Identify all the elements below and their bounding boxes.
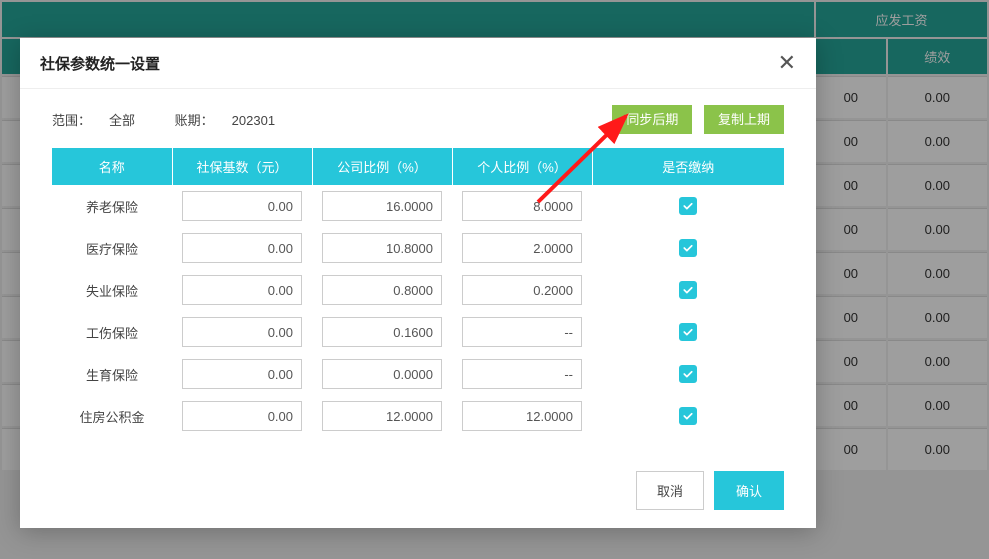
modal-title: 社保参数统一设置	[40, 53, 160, 74]
base-input[interactable]	[182, 359, 302, 389]
personal-rate-input[interactable]	[462, 317, 582, 347]
col-personal-rate: 个人比例（%）	[452, 148, 592, 185]
row-name: 工伤保险	[52, 311, 172, 353]
base-input[interactable]	[182, 191, 302, 221]
row-name: 失业保险	[52, 269, 172, 311]
company-rate-input[interactable]	[322, 317, 442, 347]
col-base: 社保基数（元）	[172, 148, 312, 185]
modal-body: 范围：全部 账期：202301 同步后期 复制上期 名称 社保基数（元） 公司比…	[20, 89, 816, 461]
pay-checkbox[interactable]	[679, 323, 697, 341]
cancel-button[interactable]: 取消	[636, 471, 704, 510]
sync-later-button[interactable]: 同步后期	[612, 105, 692, 134]
table-row: 医疗保险	[52, 227, 784, 269]
personal-rate-input[interactable]	[462, 275, 582, 305]
close-icon[interactable]: ✕	[778, 52, 796, 74]
social-insurance-settings-modal: 社保参数统一设置 ✕ 范围：全部 账期：202301 同步后期 复制上期 名称 …	[20, 38, 816, 528]
info-row: 范围：全部 账期：202301 同步后期 复制上期	[52, 105, 784, 134]
pay-checkbox[interactable]	[679, 197, 697, 215]
modal-footer: 取消 确认	[20, 461, 816, 528]
personal-rate-input[interactable]	[462, 359, 582, 389]
table-row: 住房公积金	[52, 395, 784, 437]
table-row: 失业保险	[52, 269, 784, 311]
base-input[interactable]	[182, 401, 302, 431]
company-rate-input[interactable]	[322, 275, 442, 305]
col-name: 名称	[52, 148, 172, 185]
company-rate-input[interactable]	[322, 401, 442, 431]
base-input[interactable]	[182, 275, 302, 305]
table-row: 养老保险	[52, 185, 784, 227]
copy-previous-button[interactable]: 复制上期	[704, 105, 784, 134]
pay-checkbox[interactable]	[679, 239, 697, 257]
company-rate-input[interactable]	[322, 359, 442, 389]
pay-checkbox[interactable]	[679, 407, 697, 425]
table-row: 生育保险	[52, 353, 784, 395]
base-input[interactable]	[182, 233, 302, 263]
table-row: 工伤保险	[52, 311, 784, 353]
modal-header: 社保参数统一设置 ✕	[20, 38, 816, 89]
row-name: 医疗保险	[52, 227, 172, 269]
personal-rate-input[interactable]	[462, 401, 582, 431]
period-text: 账期：202301	[175, 113, 293, 128]
company-rate-input[interactable]	[322, 191, 442, 221]
base-input[interactable]	[182, 317, 302, 347]
row-name: 生育保险	[52, 353, 172, 395]
row-name: 住房公积金	[52, 395, 172, 437]
params-table: 名称 社保基数（元） 公司比例（%） 个人比例（%） 是否缴纳 养老保险医疗保险…	[52, 148, 784, 437]
col-company-rate: 公司比例（%）	[312, 148, 452, 185]
personal-rate-input[interactable]	[462, 233, 582, 263]
scope-text: 范围：全部	[52, 113, 153, 128]
row-name: 养老保险	[52, 185, 172, 227]
pay-checkbox[interactable]	[679, 365, 697, 383]
confirm-button[interactable]: 确认	[714, 471, 784, 510]
pay-checkbox[interactable]	[679, 281, 697, 299]
personal-rate-input[interactable]	[462, 191, 582, 221]
company-rate-input[interactable]	[322, 233, 442, 263]
col-pay: 是否缴纳	[592, 148, 784, 185]
